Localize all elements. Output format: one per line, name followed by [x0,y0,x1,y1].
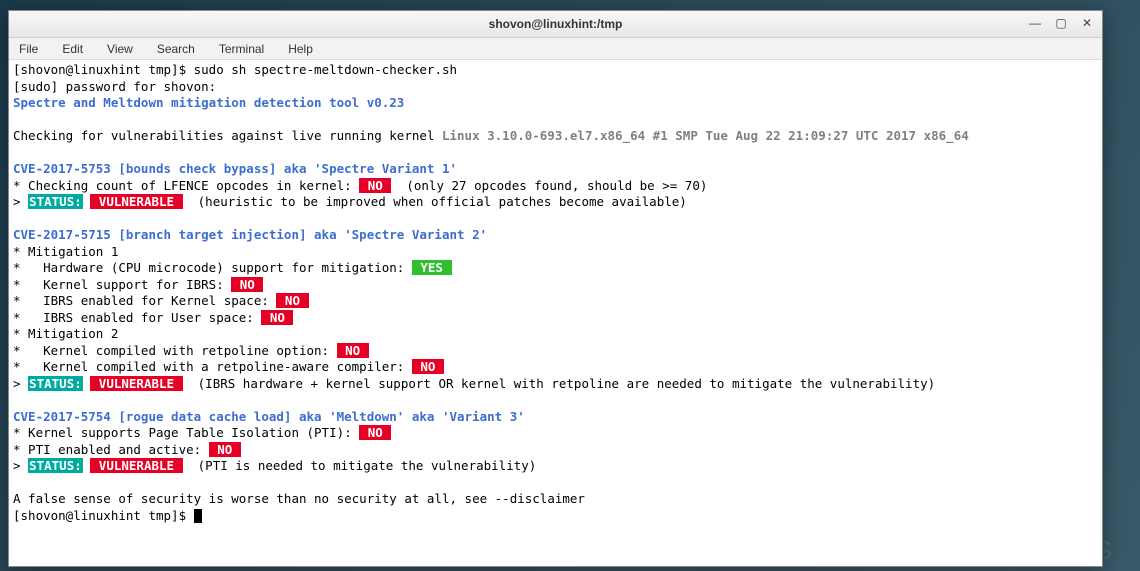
menu-view[interactable]: View [103,40,137,58]
disclaimer-line: A false sense of security is worse than … [13,491,585,506]
status-badge-no: NO [337,343,369,358]
tool-header: Spectre and Meltdown mitigation detectio… [13,95,404,110]
prompt: [shovon@linuxhint tmp]$ [13,62,194,77]
status-badge-no: NO [359,178,391,193]
maximize-button[interactable]: ▢ [1050,13,1072,33]
status-label: STATUS: [28,458,83,473]
sudo-prompt: [sudo] password for shovon: [13,79,216,94]
status-label: STATUS: [28,376,83,391]
output-line: > [13,376,28,391]
output-line: * Mitigation 2 [13,326,118,341]
output-line: * Kernel compiled with retpoline option: [13,343,337,358]
output-line: * Kernel compiled with a retpoline-aware… [13,359,412,374]
menu-help[interactable]: Help [284,40,317,58]
titlebar[interactable]: shovon@linuxhint:/tmp — ▢ ✕ [9,11,1102,38]
check-label: Checking for vulnerabilities against liv… [13,128,442,143]
terminal-content[interactable]: [shovon@linuxhint tmp]$ sudo sh spectre-… [9,60,1102,566]
output-line: (heuristic to be improved when official … [183,194,687,209]
status-badge-no: NO [359,425,391,440]
window-title: shovon@linuxhint:/tmp [9,17,1102,31]
cve-heading: CVE-2017-5715 [branch target injection] … [13,227,487,242]
status-label: STATUS: [28,194,83,209]
menu-file[interactable]: File [15,40,42,58]
output-line: * IBRS enabled for User space: [13,310,261,325]
output-line: (PTI is needed to mitigate the vulnerabi… [183,458,537,473]
output-line: * Mitigation 1 [13,244,118,259]
output-line: * Checking count of LFENCE opcodes in ke… [13,178,359,193]
status-badge-no: NO [261,310,293,325]
status-badge-no: NO [412,359,444,374]
menubar: File Edit View Search Terminal Help [9,38,1102,60]
window-controls: — ▢ ✕ [1024,13,1098,33]
output-line: > [13,194,28,209]
output-line: * Kernel support for IBRS: [13,277,231,292]
kernel-version: Linux 3.10.0-693.el7.x86_64 #1 SMP Tue A… [442,128,969,143]
cve-heading: CVE-2017-5754 [rogue data cache load] ak… [13,409,525,424]
status-badge-no: NO [231,277,263,292]
minimize-button[interactable]: — [1024,13,1046,33]
status-badge-no: NO [276,293,308,308]
output-line: * Hardware (CPU microcode) support for m… [13,260,412,275]
cve-heading: CVE-2017-5753 [bounds check bypass] aka … [13,161,457,176]
cursor [194,509,202,523]
output-line: > [13,458,28,473]
prompt: [shovon@linuxhint tmp]$ [13,508,194,523]
menu-search[interactable]: Search [153,40,199,58]
close-button[interactable]: ✕ [1076,13,1098,33]
status-badge-vulnerable: VULNERABLE [90,458,182,473]
status-badge-vulnerable: VULNERABLE [90,376,182,391]
output-line: (IBRS hardware + kernel support OR kerne… [183,376,936,391]
terminal-window: shovon@linuxhint:/tmp — ▢ ✕ File Edit Vi… [8,10,1103,567]
status-badge-no: NO [209,442,241,457]
output-line: * Kernel supports Page Table Isolation (… [13,425,359,440]
menu-terminal[interactable]: Terminal [215,40,268,58]
command-text: sudo sh spectre-meltdown-checker.sh [194,62,457,77]
status-badge-yes: YES [412,260,452,275]
status-badge-vulnerable: VULNERABLE [90,194,182,209]
output-line: * IBRS enabled for Kernel space: [13,293,276,308]
output-line: (only 27 opcodes found, should be >= 70) [391,178,707,193]
output-line: * PTI enabled and active: [13,442,209,457]
menu-edit[interactable]: Edit [58,40,87,58]
